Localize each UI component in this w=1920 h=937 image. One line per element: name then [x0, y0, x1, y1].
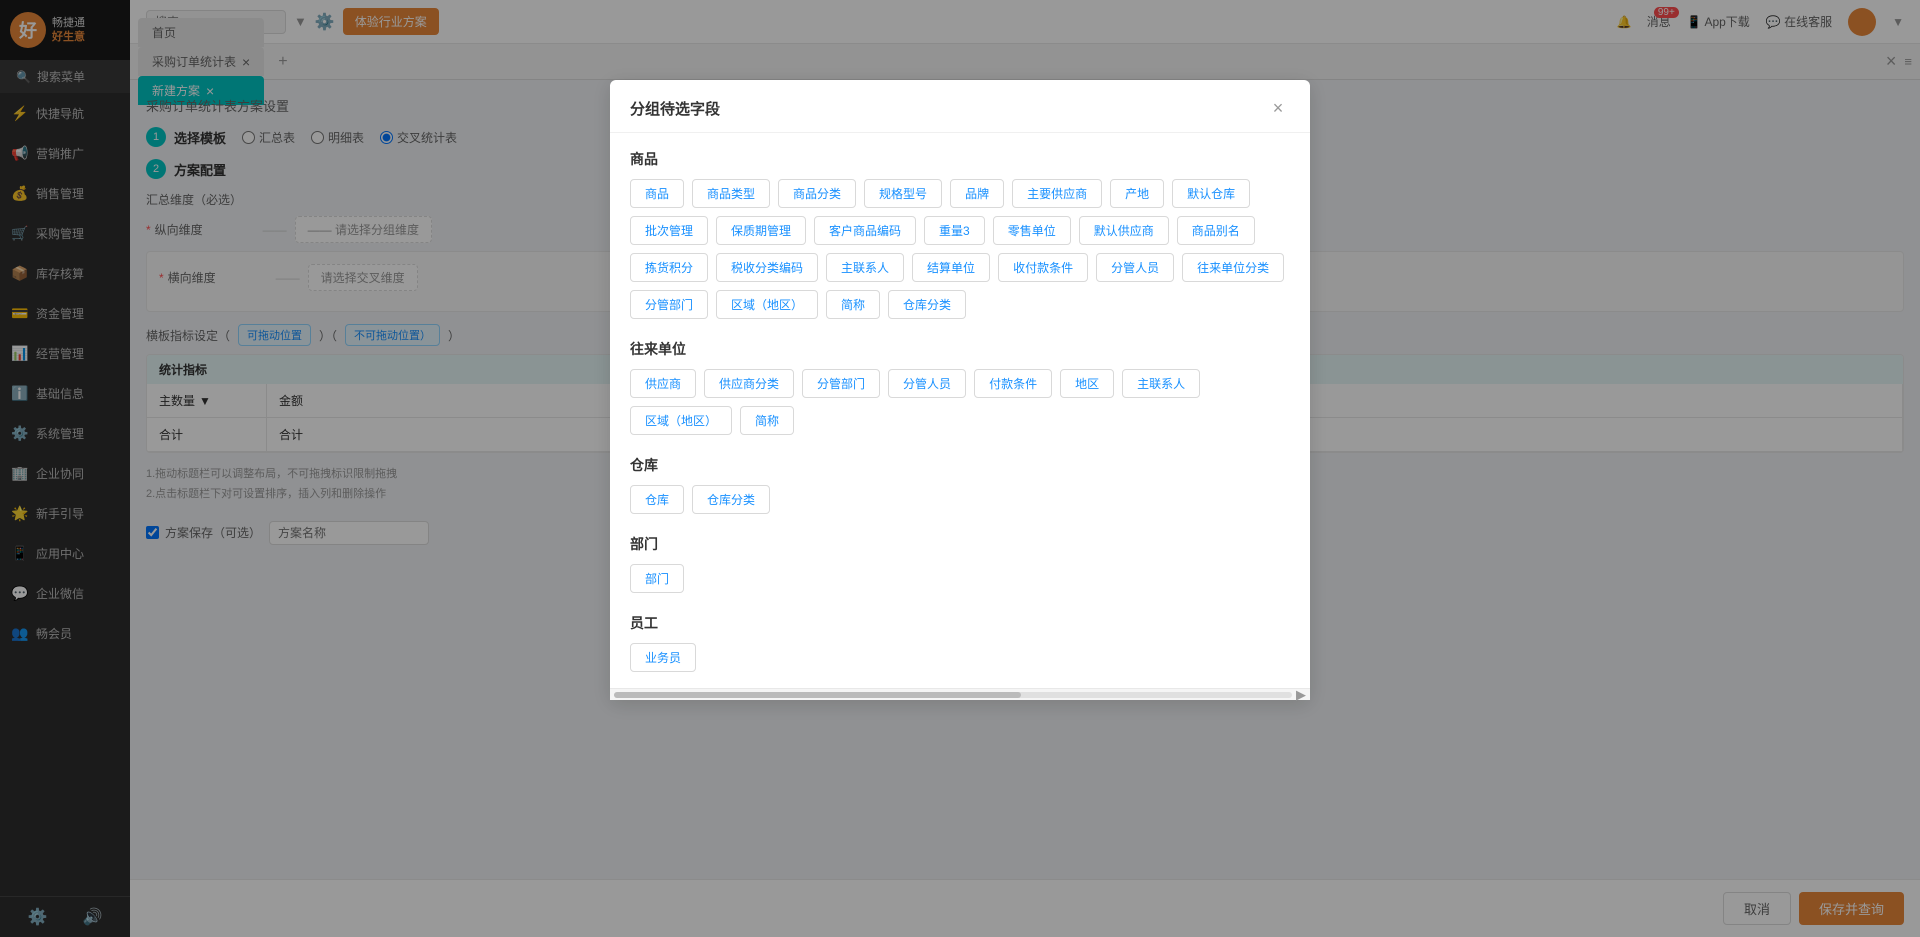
field-item-product-18[interactable]: 结算单位 [912, 253, 990, 282]
field-item-partner-2[interactable]: 分管部门 [802, 369, 880, 398]
modal-scrollbar: ▶ [610, 688, 1310, 700]
field-select-modal: 分组待选字段 × 商品商品商品类型商品分类规格型号品牌主要供应商产地默认仓库批次… [610, 80, 1310, 700]
field-items-department: 部门 [630, 564, 1290, 593]
field-item-product-17[interactable]: 主联系人 [826, 253, 904, 282]
scroll-right-icon[interactable]: ▶ [1296, 687, 1306, 703]
modal-header: 分组待选字段 × [610, 80, 1310, 133]
field-group-partner: 往来单位供应商供应商分类分管部门分管人员付款条件地区主联系人区域（地区） 简称 [630, 339, 1290, 435]
field-item-product-12[interactable]: 零售单位 [993, 216, 1071, 245]
field-group-title-employee: 员工 [630, 613, 1290, 633]
field-item-product-13[interactable]: 默认供应商 [1079, 216, 1169, 245]
field-item-product-3[interactable]: 规格型号 [864, 179, 942, 208]
modal-title: 分组待选字段 [630, 98, 720, 119]
field-item-product-15[interactable]: 拣货积分 [630, 253, 708, 282]
field-item-partner-5[interactable]: 地区 [1060, 369, 1114, 398]
field-item-employee-0[interactable]: 业务员 [630, 643, 696, 672]
field-item-product-11[interactable]: 重量3 [924, 216, 985, 245]
field-items-partner: 供应商供应商分类分管部门分管人员付款条件地区主联系人区域（地区） 简称 [630, 369, 1290, 435]
scrollbar-track [614, 692, 1292, 698]
field-item-product-14[interactable]: 商品别名 [1177, 216, 1255, 245]
field-group-product: 商品商品商品类型商品分类规格型号品牌主要供应商产地默认仓库批次管理保质期管理客户… [630, 149, 1290, 319]
field-item-partner-3[interactable]: 分管人员 [888, 369, 966, 398]
field-item-product-6[interactable]: 产地 [1110, 179, 1164, 208]
field-item-product-4[interactable]: 品牌 [950, 179, 1004, 208]
field-item-product-7[interactable]: 默认仓库 [1172, 179, 1250, 208]
field-items-warehouse: 仓库仓库分类 [630, 485, 1290, 514]
field-item-product-16[interactable]: 税收分类编码 [716, 253, 818, 282]
field-item-product-8[interactable]: 批次管理 [630, 216, 708, 245]
field-item-product-9[interactable]: 保质期管理 [716, 216, 806, 245]
field-item-partner-7[interactable]: 区域（地区） [630, 406, 732, 435]
field-item-partner-6[interactable]: 主联系人 [1122, 369, 1200, 398]
field-item-warehouse-0[interactable]: 仓库 [630, 485, 684, 514]
field-item-product-2[interactable]: 商品分类 [778, 179, 856, 208]
field-item-partner-4[interactable]: 付款条件 [974, 369, 1052, 398]
field-group-warehouse: 仓库仓库仓库分类 [630, 455, 1290, 514]
modal-body: 商品商品商品类型商品分类规格型号品牌主要供应商产地默认仓库批次管理保质期管理客户… [610, 133, 1310, 688]
field-item-partner-0[interactable]: 供应商 [630, 369, 696, 398]
field-item-product-23[interactable]: 区域（地区） [716, 290, 818, 319]
field-group-title-department: 部门 [630, 534, 1290, 554]
field-item-product-25[interactable]: 仓库分类 [888, 290, 966, 319]
field-item-partner-1[interactable]: 供应商分类 [704, 369, 794, 398]
modal-close-btn[interactable]: × [1266, 96, 1290, 120]
modal-overlay: 分组待选字段 × 商品商品商品类型商品分类规格型号品牌主要供应商产地默认仓库批次… [0, 0, 1920, 937]
field-group-department: 部门部门 [630, 534, 1290, 593]
field-item-product-5[interactable]: 主要供应商 [1012, 179, 1102, 208]
field-item-product-20[interactable]: 分管人员 [1096, 253, 1174, 282]
field-items-employee: 业务员 [630, 643, 1290, 672]
field-item-department-0[interactable]: 部门 [630, 564, 684, 593]
field-item-product-21[interactable]: 往来单位分类 [1182, 253, 1284, 282]
field-group-employee: 员工业务员 [630, 613, 1290, 672]
scrollbar-thumb[interactable] [614, 692, 1021, 698]
field-item-product-10[interactable]: 客户商品编码 [814, 216, 916, 245]
field-item-partner-8[interactable]: 简称 [740, 406, 794, 435]
field-item-product-19[interactable]: 收付款条件 [998, 253, 1088, 282]
field-item-product-24[interactable]: 简称 [826, 290, 880, 319]
field-items-product: 商品商品类型商品分类规格型号品牌主要供应商产地默认仓库批次管理保质期管理客户商品… [630, 179, 1290, 319]
field-item-product-0[interactable]: 商品 [630, 179, 684, 208]
field-item-warehouse-1[interactable]: 仓库分类 [692, 485, 770, 514]
field-group-title-partner: 往来单位 [630, 339, 1290, 359]
field-group-title-product: 商品 [630, 149, 1290, 169]
field-group-title-warehouse: 仓库 [630, 455, 1290, 475]
field-item-product-22[interactable]: 分管部门 [630, 290, 708, 319]
field-item-product-1[interactable]: 商品类型 [692, 179, 770, 208]
